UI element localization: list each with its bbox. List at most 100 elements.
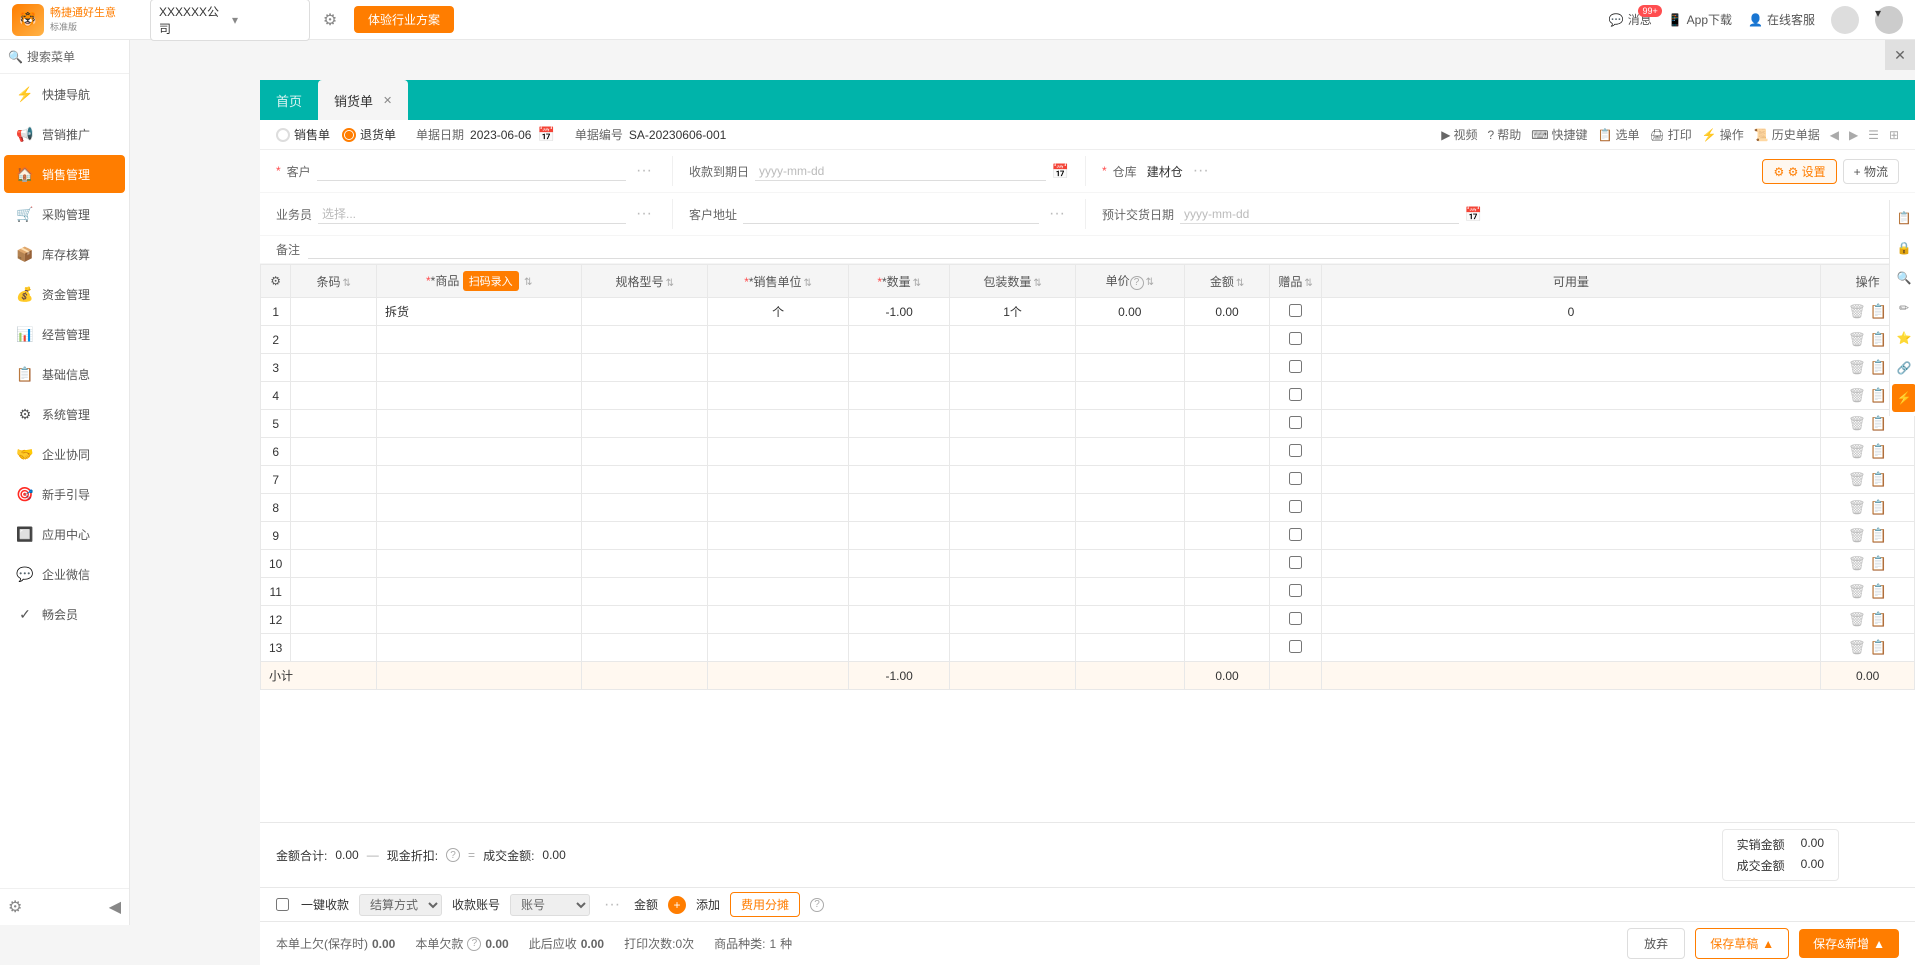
row-product[interactable] [376,550,582,578]
row-copy-icon[interactable]: 📋 [1870,359,1887,376]
row-gift[interactable] [1270,522,1321,550]
avatar[interactable] [1831,6,1859,34]
row-amount[interactable] [1184,466,1270,494]
row-delete-icon[interactable]: 🗑 [1848,527,1866,544]
row-barcode[interactable] [291,326,377,354]
row-gift[interactable] [1270,298,1321,326]
gift-sort[interactable]: ⇅ [1304,278,1312,289]
row-price[interactable] [1075,550,1184,578]
rt-orange-icon[interactable]: ⚡ [1892,384,1915,412]
settings-button[interactable]: ⚙ ⚙ 设置 [1762,159,1836,184]
row-delete-icon[interactable]: 🗑 [1848,639,1866,656]
row-amount[interactable] [1184,354,1270,382]
pkg-sort[interactable]: ⇅ [1033,278,1041,289]
row-spec[interactable] [582,410,708,438]
row-amount[interactable] [1184,382,1270,410]
row-pkg-qty[interactable] [950,438,1076,466]
row-qty[interactable] [849,410,950,438]
sidebar-item-purchase[interactable]: 🛒 采购管理 [4,195,125,233]
row-qty[interactable] [849,522,950,550]
row-gift[interactable] [1270,438,1321,466]
owing-help-icon[interactable]: ? [467,937,481,951]
row-pkg-qty[interactable] [950,382,1076,410]
video-action[interactable]: ▶ 视频 [1441,126,1477,143]
company-selector[interactable]: XXXXXX公司 ▾ [150,0,310,41]
row-delete-icon[interactable]: 🗑 [1848,331,1866,348]
row-gift[interactable] [1270,550,1321,578]
radio-return[interactable]: 退货单 [342,126,396,143]
row-unit[interactable] [708,410,849,438]
row-amount[interactable] [1184,410,1270,438]
row-amount[interactable] [1184,578,1270,606]
rt-link-icon[interactable]: 🔗 [1892,354,1915,382]
view-list-icon[interactable]: ☰ [1868,128,1879,142]
row-delete-icon[interactable]: 🗑 [1848,415,1866,432]
row-barcode[interactable] [291,606,377,634]
row-product[interactable] [376,466,582,494]
close-page-button[interactable]: ✕ [1885,40,1915,70]
row-delete-icon[interactable]: 🗑 [1848,499,1866,516]
row-copy-icon[interactable]: 📋 [1870,527,1887,544]
row-amount[interactable] [1184,606,1270,634]
row-spec[interactable] [582,354,708,382]
rt-edit-icon[interactable]: ✏ [1892,294,1915,322]
expected-date-input[interactable] [1180,205,1459,224]
row-gift[interactable] [1270,354,1321,382]
row-product[interactable] [376,578,582,606]
row-unit[interactable] [708,466,849,494]
row-delete-icon[interactable]: 🗑 [1848,583,1866,600]
sidebar-item-system[interactable]: ⚙ 系统管理 [4,395,125,433]
row-qty[interactable] [849,494,950,522]
row-amount[interactable] [1184,494,1270,522]
radio-sales[interactable]: 销售单 [276,126,330,143]
row-qty[interactable] [849,354,950,382]
row-copy-icon[interactable]: 📋 [1870,471,1887,488]
row-barcode[interactable] [291,550,377,578]
tab-sales-order[interactable]: 销货单 ✕ [318,80,408,120]
row-unit[interactable] [708,606,849,634]
account-select[interactable]: 账号 [510,894,590,916]
customer-input[interactable] [317,162,626,181]
unit-sort[interactable]: ⇅ [804,278,812,289]
row-spec[interactable] [582,326,708,354]
settings-icon[interactable]: ⚙ [316,6,344,34]
row-price[interactable] [1075,382,1184,410]
template-action[interactable]: 📋 选单 [1598,126,1640,143]
row-pkg-qty[interactable] [950,354,1076,382]
row-qty[interactable] [849,578,950,606]
row-price[interactable] [1075,438,1184,466]
row-product[interactable]: 拆货 [376,298,582,326]
row-copy-icon[interactable]: 📋 [1870,583,1887,600]
row-delete-icon[interactable]: 🗑 [1848,611,1866,628]
addr-dots[interactable]: ··· [1045,205,1069,223]
row-gift[interactable] [1270,634,1321,662]
row-gift[interactable] [1270,326,1321,354]
sidebar-item-sales[interactable]: 🏠 销售管理 [4,155,125,193]
row-barcode[interactable] [291,494,377,522]
fee-help-icon[interactable]: ? [810,898,824,912]
scan-button[interactable]: 扫码录入 [463,271,519,291]
row-product[interactable] [376,326,582,354]
col-settings[interactable]: ⚙ [261,265,291,298]
view-grid-icon[interactable]: ⊞ [1889,128,1899,142]
app-download-button[interactable]: 📱 App下载 [1668,11,1732,28]
row-spec[interactable] [582,494,708,522]
one-click-checkbox[interactable] [276,898,289,911]
row-pkg-qty[interactable] [950,606,1076,634]
row-price[interactable] [1075,326,1184,354]
rt-clipboard-icon[interactable]: 📋 [1892,204,1915,232]
row-delete-icon[interactable]: 🗑 [1848,555,1866,572]
history-action[interactable]: 📜 历史单据 [1754,126,1820,143]
save-draft-button[interactable]: 保存草稿 ▲ [1695,928,1789,959]
customer-addr-input[interactable] [743,205,1039,224]
messages-button[interactable]: 💬 消息 99+ [1609,11,1652,28]
row-qty[interactable] [849,438,950,466]
row-pkg-qty[interactable] [950,494,1076,522]
row-qty[interactable] [849,466,950,494]
row-barcode[interactable] [291,522,377,550]
add-fee-button[interactable]: + [668,896,686,914]
row-pkg-qty[interactable] [950,410,1076,438]
row-qty[interactable]: -1.00 [849,298,950,326]
row-product[interactable] [376,634,582,662]
sidebar-item-member[interactable]: ✓ 畅会员 [4,595,125,633]
